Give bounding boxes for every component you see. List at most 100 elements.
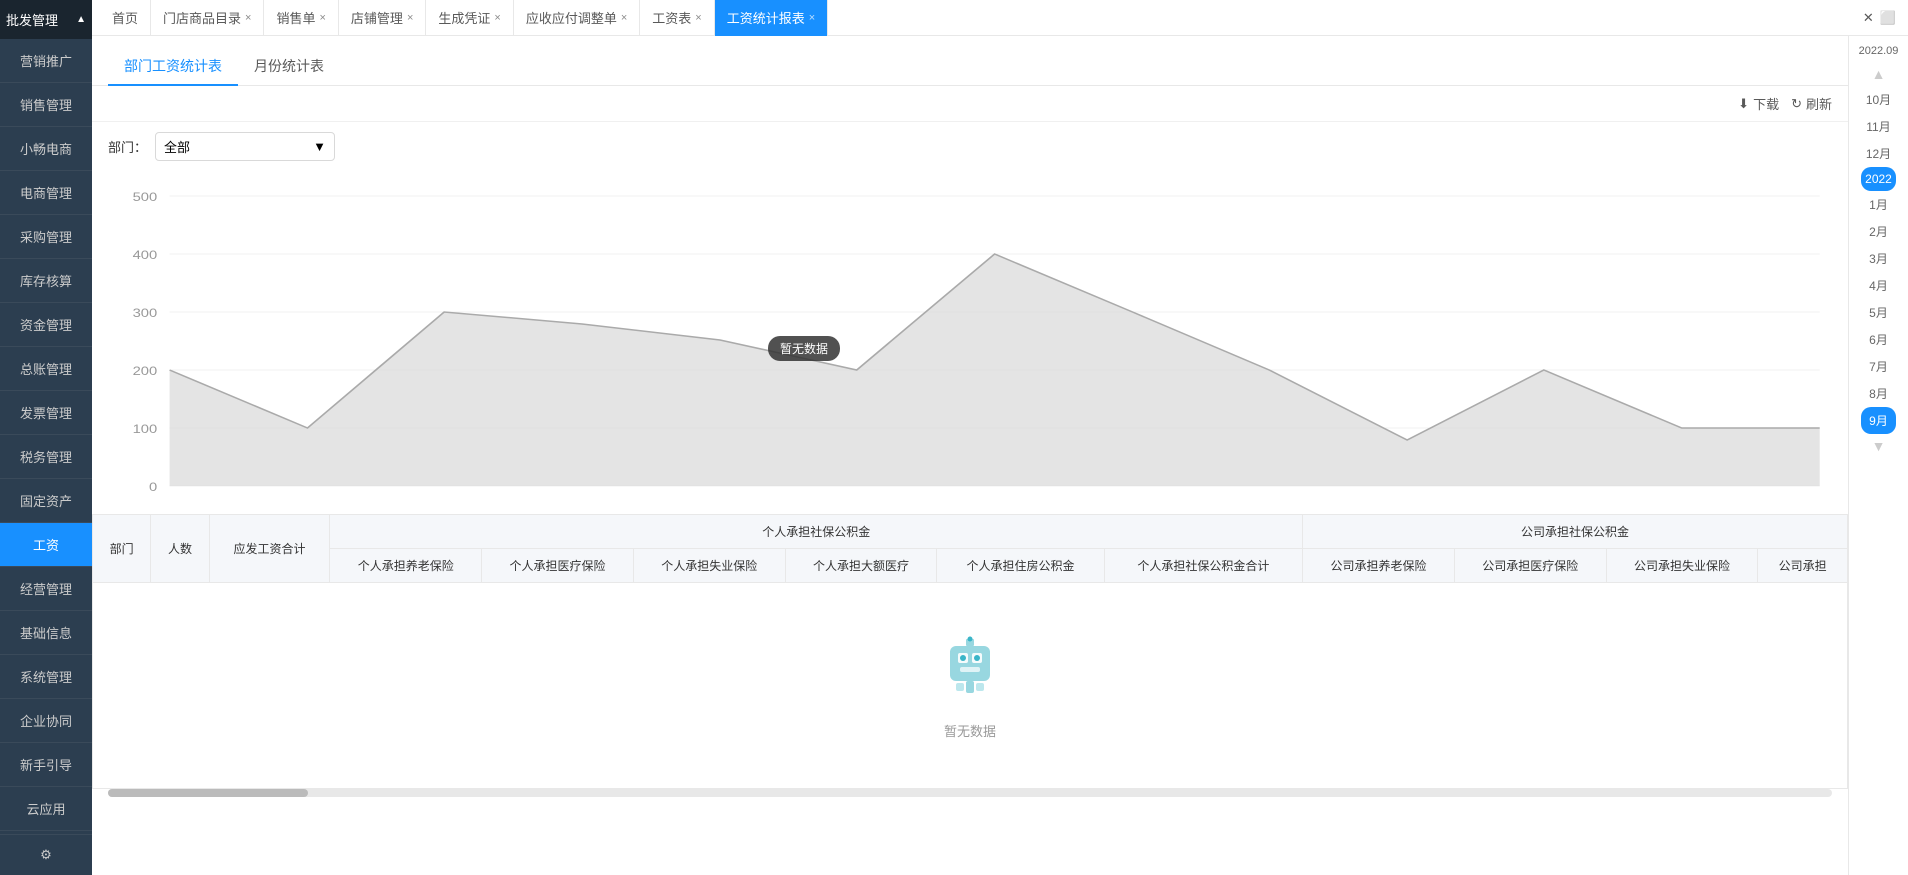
download-button[interactable]: ⬇ 下载 bbox=[1738, 94, 1779, 113]
timeline-month-12月[interactable]: 12月 bbox=[1857, 140, 1900, 167]
tab-店铺管理[interactable]: 店铺管理 × bbox=[339, 0, 426, 36]
timeline-down-nav[interactable]: ▼ bbox=[1868, 434, 1890, 458]
department-select-value: 全部 bbox=[164, 137, 190, 156]
col-group-personal: 个人承担社保公积金 bbox=[330, 515, 1303, 549]
timeline-month-9月[interactable]: 9月 bbox=[1861, 407, 1896, 434]
sidebar-item-资金管理[interactable]: 资金管理 bbox=[0, 303, 92, 347]
sidebar-item-企业协同[interactable]: 企业协同 bbox=[0, 699, 92, 743]
sidebar-header[interactable]: 批发管理 ▲ bbox=[0, 0, 92, 39]
sidebar-item-采购管理[interactable]: 采购管理 bbox=[0, 215, 92, 259]
timeline-year-2022[interactable]: 2022 bbox=[1861, 167, 1896, 191]
tab-close-icon[interactable]: × bbox=[621, 12, 627, 24]
tab-门店商品目录[interactable]: 门店商品目录 × bbox=[151, 0, 264, 36]
download-icon: ⬇ bbox=[1738, 96, 1749, 112]
tab-工资统计报表[interactable]: 工资统计报表× bbox=[715, 0, 828, 36]
table-empty-row: 暂无数据 bbox=[93, 583, 1848, 789]
sidebar-item-基础信息[interactable]: 基础信息 bbox=[0, 611, 92, 655]
filter-row: 部门： 全部 ▼ bbox=[92, 122, 1848, 171]
sub-tab-月份统计表[interactable]: 月份统计表 bbox=[238, 48, 340, 86]
chart-wrapper: 500 400 300 200 100 0 bbox=[108, 181, 1832, 504]
department-select[interactable]: 全部 ▼ bbox=[155, 132, 335, 161]
tab-bar-close[interactable]: ✕ ⬜ bbox=[1859, 10, 1900, 26]
tab-label: 生成凭证 bbox=[438, 8, 490, 27]
tab-label: 店铺管理 bbox=[351, 8, 403, 27]
empty-state: 暂无数据 bbox=[103, 591, 1837, 780]
sub-tab-部门工资统计表[interactable]: 部门工资统计表 bbox=[108, 48, 238, 86]
close-all-icon[interactable]: ✕ bbox=[1863, 10, 1874, 26]
sidebar-item-新手引导[interactable]: 新手引导 bbox=[0, 743, 92, 787]
empty-robot-icon bbox=[930, 631, 1010, 711]
timeline-month-11月[interactable]: 11月 bbox=[1857, 113, 1900, 140]
refresh-button[interactable]: ↻ 刷新 bbox=[1791, 94, 1832, 113]
tab-应收应付调整单[interactable]: 应收应付调整单× bbox=[514, 0, 640, 36]
sub-tabs: 部门工资统计表月份统计表 bbox=[92, 36, 1848, 86]
download-label: 下载 bbox=[1753, 94, 1779, 113]
filter-label: 部门： bbox=[108, 137, 147, 156]
timeline-month-6月[interactable]: 6月 bbox=[1857, 326, 1900, 353]
timeline-month-4月[interactable]: 4月 bbox=[1857, 272, 1900, 299]
chart-container: 500 400 300 200 100 0 bbox=[92, 171, 1848, 514]
sidebar-item-销售管理[interactable]: 销售管理 bbox=[0, 83, 92, 127]
timeline-month-1月[interactable]: 1月 bbox=[1857, 191, 1900, 218]
tab-生成凭证[interactable]: 生成凭证 × bbox=[426, 0, 513, 36]
tab-工资表[interactable]: 工资表 × bbox=[640, 0, 714, 36]
empty-label: 暂无数据 bbox=[944, 721, 996, 740]
tab-close-icon[interactable]: × bbox=[245, 12, 251, 24]
content-area: 部门工资统计表月份统计表 ⬇ 下载 ↻ 刷新 部门： 全部 ▼ bbox=[92, 36, 1908, 875]
sidebar-item-固定资产[interactable]: 固定资产 bbox=[0, 479, 92, 523]
svg-text:0: 0 bbox=[149, 480, 157, 493]
sidebar-item-工资[interactable]: 工资 bbox=[0, 523, 92, 567]
tab-label: 工资表 bbox=[652, 8, 691, 27]
svg-text:300: 300 bbox=[133, 306, 158, 319]
svg-text:200: 200 bbox=[133, 364, 158, 377]
sidebar-item-营销推广[interactable]: 营销推广 bbox=[0, 39, 92, 83]
data-table: 部门 人数 应发工资合计 个人承担社保公积金 公司承担社保公积金 个人承担养老保… bbox=[92, 514, 1848, 789]
tab-close-icon[interactable]: × bbox=[494, 12, 500, 24]
timeline-month-3月[interactable]: 3月 bbox=[1857, 245, 1900, 272]
col-公司承担: 公司承担 bbox=[1758, 549, 1848, 583]
timeline-month-8月[interactable]: 8月 bbox=[1857, 380, 1900, 407]
tab-close-icon[interactable]: × bbox=[809, 12, 815, 24]
col-公司承担养老保险: 公司承担养老保险 bbox=[1303, 549, 1455, 583]
sidebar-item-库存核算[interactable]: 库存核算 bbox=[0, 259, 92, 303]
tab-label: 首页 bbox=[112, 8, 138, 27]
col-个人承担医疗保险: 个人承担医疗保险 bbox=[482, 549, 634, 583]
sidebar-item-总账管理[interactable]: 总账管理 bbox=[0, 347, 92, 391]
sidebar-item-经营管理[interactable]: 经营管理 bbox=[0, 567, 92, 611]
refresh-icon: ↻ bbox=[1791, 96, 1802, 112]
col-个人承担住房公积金: 个人承担住房公积金 bbox=[937, 549, 1104, 583]
table-container: 部门 人数 应发工资合计 个人承担社保公积金 公司承担社保公积金 个人承担养老保… bbox=[92, 514, 1848, 789]
timeline-month-5月[interactable]: 5月 bbox=[1857, 299, 1900, 326]
toolbar: ⬇ 下载 ↻ 刷新 bbox=[92, 86, 1848, 122]
scroll-thumb[interactable] bbox=[108, 789, 308, 797]
sidebar-item-云应用[interactable]: 云应用 bbox=[0, 787, 92, 831]
col-total-wage: 应发工资合计 bbox=[209, 515, 330, 583]
col-group-company: 公司承担社保公积金 bbox=[1303, 515, 1848, 549]
horizontal-scrollbar[interactable] bbox=[108, 789, 1832, 797]
sidebar-item-系统管理[interactable]: 系统管理 bbox=[0, 655, 92, 699]
col-个人承担大额医疗: 个人承担大额医疗 bbox=[785, 549, 937, 583]
timeline-sidebar: 2022.09 ▲ 10月11月12月20221月2月3月4月5月6月7月8月9… bbox=[1848, 36, 1908, 875]
col-个人承担社保公积金合计: 个人承担社保公积金合计 bbox=[1104, 549, 1302, 583]
chevron-down-icon: ▼ bbox=[313, 139, 326, 154]
tab-首页[interactable]: 首页 bbox=[100, 0, 151, 36]
sidebar-item-发票管理[interactable]: 发票管理 bbox=[0, 391, 92, 435]
timeline-up-nav[interactable]: ▲ bbox=[1868, 62, 1890, 86]
col-个人承担失业保险: 个人承担失业保险 bbox=[633, 549, 785, 583]
col-headcount: 人数 bbox=[151, 515, 209, 583]
restore-icon[interactable]: ⬜ bbox=[1880, 10, 1896, 26]
col-公司承担失业保险: 公司承担失业保险 bbox=[1606, 549, 1758, 583]
timeline-month-2月[interactable]: 2月 bbox=[1857, 218, 1900, 245]
tab-销售单[interactable]: 销售单× bbox=[264, 0, 338, 36]
tab-close-icon[interactable]: × bbox=[319, 12, 325, 24]
sidebar-arrow-icon: ▲ bbox=[76, 14, 86, 25]
tab-label: 门店商品目录 bbox=[163, 8, 241, 27]
sidebar-item-小畅电商[interactable]: 小畅电商 bbox=[0, 127, 92, 171]
timeline-month-10月[interactable]: 10月 bbox=[1857, 86, 1900, 113]
timeline-month-7月[interactable]: 7月 bbox=[1857, 353, 1900, 380]
tab-close-icon[interactable]: × bbox=[695, 12, 701, 24]
settings-button[interactable]: ⚙ bbox=[0, 834, 92, 875]
sidebar-item-税务管理[interactable]: 税务管理 bbox=[0, 435, 92, 479]
tab-close-icon[interactable]: × bbox=[407, 12, 413, 24]
sidebar-item-电商管理[interactable]: 电商管理 bbox=[0, 171, 92, 215]
